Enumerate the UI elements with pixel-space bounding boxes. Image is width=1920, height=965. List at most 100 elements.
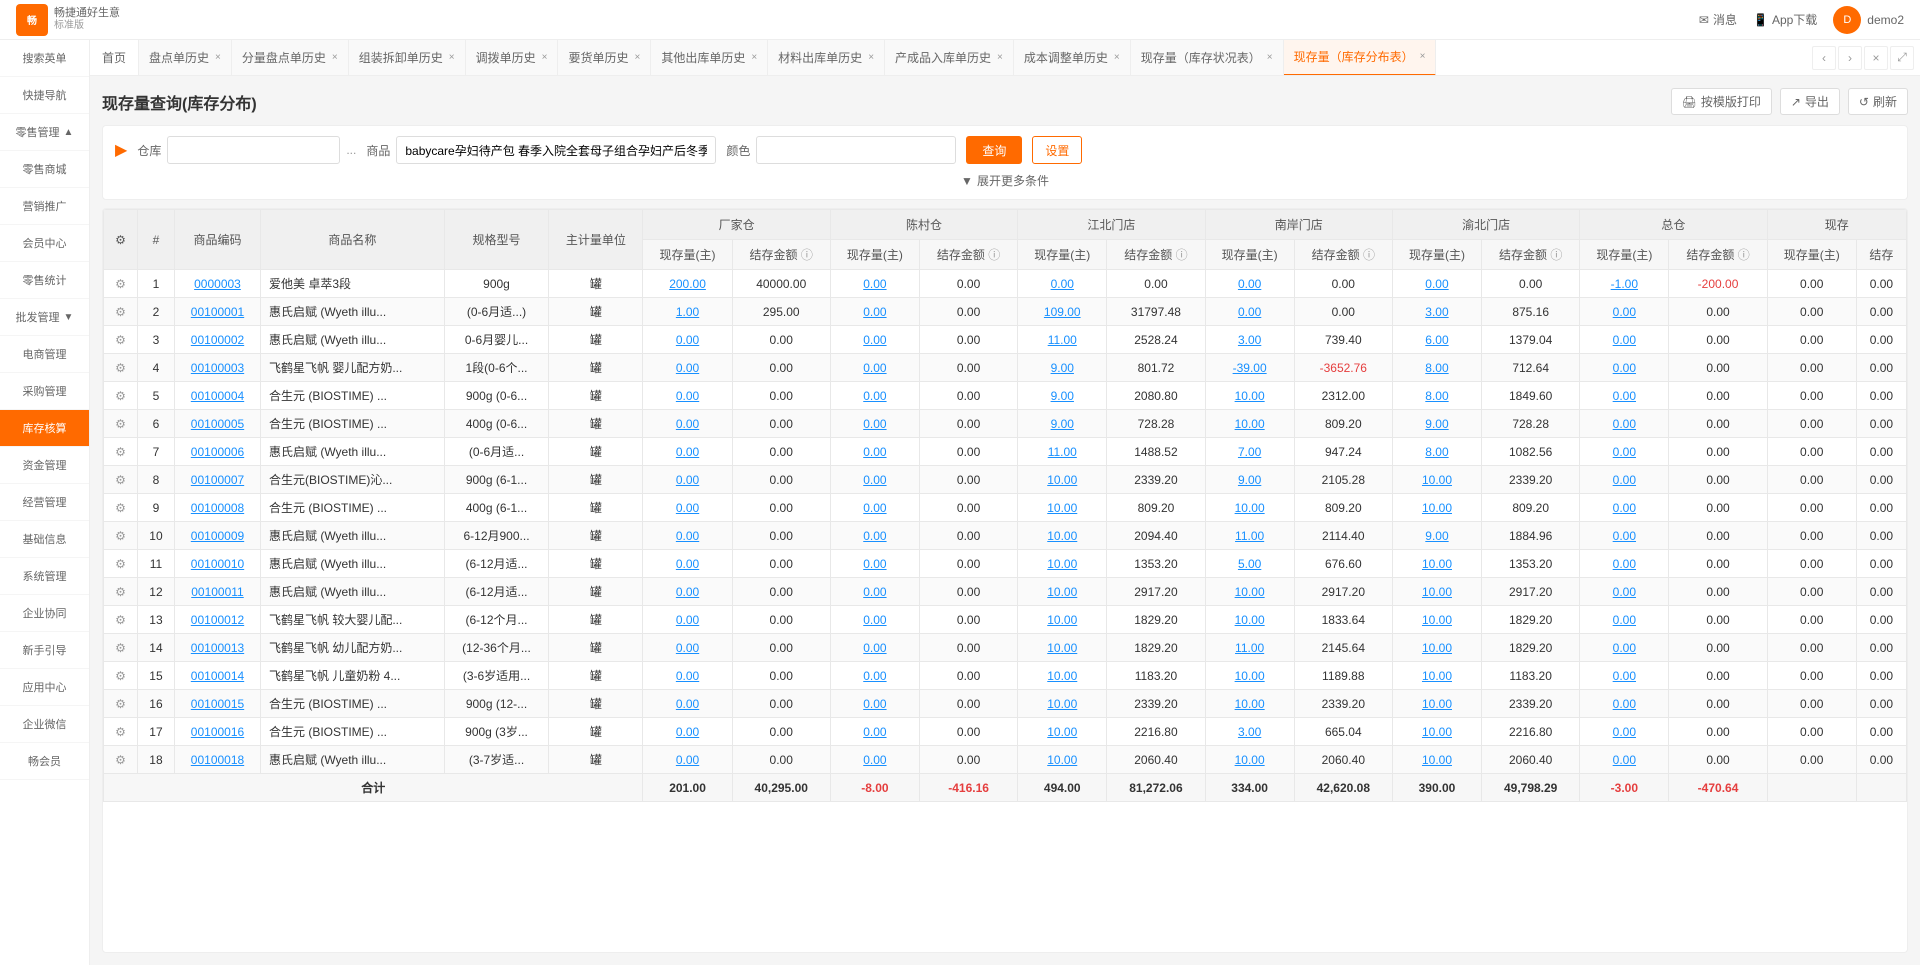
row-ys[interactable]: 10.00: [1392, 662, 1481, 690]
row-cs[interactable]: 1.00: [643, 298, 732, 326]
row-code[interactable]: 00100008: [175, 494, 261, 522]
row-ts[interactable]: 0.00: [1580, 382, 1669, 410]
row-gear[interactable]: ⚙: [104, 354, 138, 382]
row-ns[interactable]: 10.00: [1205, 690, 1294, 718]
row-gear[interactable]: ⚙: [104, 662, 138, 690]
row-cs[interactable]: 0.00: [643, 466, 732, 494]
goods-input[interactable]: [396, 136, 716, 164]
row-code[interactable]: 00100015: [175, 690, 261, 718]
row-ts[interactable]: 0.00: [1580, 606, 1669, 634]
sidebar-item-marketing[interactable]: 营销推广: [0, 188, 89, 225]
row-js[interactable]: 11.00: [1018, 438, 1107, 466]
row-code[interactable]: 00100002: [175, 326, 261, 354]
row-code[interactable]: 00100010: [175, 550, 261, 578]
tab-fullscreen-btn[interactable]: ⤢: [1890, 46, 1914, 70]
col-gear-header[interactable]: ⚙: [104, 210, 138, 270]
row-ts[interactable]: 0.00: [1580, 550, 1669, 578]
row-code[interactable]: 00100005: [175, 410, 261, 438]
row-js[interactable]: 10.00: [1018, 494, 1107, 522]
row-ns[interactable]: 3.00: [1205, 326, 1294, 354]
row-cs[interactable]: 0.00: [643, 382, 732, 410]
expand-conditions-btn[interactable]: ▼ 展开更多条件: [961, 172, 1049, 189]
row-ns[interactable]: 10.00: [1205, 410, 1294, 438]
row-js[interactable]: 109.00: [1018, 298, 1107, 326]
row-ccs[interactable]: 0.00: [830, 522, 919, 550]
tab-close-3[interactable]: ×: [542, 52, 548, 63]
sidebar-item-purchase[interactable]: 采购管理: [0, 373, 89, 410]
sidebar-item-retail-stats[interactable]: 零售统计: [0, 262, 89, 299]
row-ccs[interactable]: 0.00: [830, 494, 919, 522]
sidebar-item-appcenter[interactable]: 应用中心: [0, 669, 89, 706]
tab-close-9[interactable]: ×: [1267, 52, 1273, 63]
row-cs[interactable]: 0.00: [643, 578, 732, 606]
row-code[interactable]: 00100013: [175, 634, 261, 662]
row-gear[interactable]: ⚙: [104, 326, 138, 354]
row-ns[interactable]: 10.00: [1205, 746, 1294, 774]
tab-close-7[interactable]: ×: [997, 52, 1003, 63]
row-gear[interactable]: ⚙: [104, 550, 138, 578]
row-ccs[interactable]: 0.00: [830, 326, 919, 354]
row-ts[interactable]: 0.00: [1580, 690, 1669, 718]
tab-item-7[interactable]: 产成品入库单历史 ×: [885, 40, 1014, 76]
app-download-btn[interactable]: 📱 App下载: [1753, 11, 1817, 28]
row-ts[interactable]: 0.00: [1580, 634, 1669, 662]
row-ys[interactable]: 10.00: [1392, 634, 1481, 662]
row-ns[interactable]: 9.00: [1205, 466, 1294, 494]
row-gear[interactable]: ⚙: [104, 690, 138, 718]
sidebar-item-guide[interactable]: 新手引导: [0, 632, 89, 669]
row-ts[interactable]: 0.00: [1580, 354, 1669, 382]
warehouse-input[interactable]: [167, 136, 340, 164]
row-ys[interactable]: 10.00: [1392, 550, 1481, 578]
tab-item-1[interactable]: 分量盘点单历史 ×: [232, 40, 349, 76]
tab-prev-btn[interactable]: ‹: [1812, 46, 1836, 70]
row-gear[interactable]: ⚙: [104, 466, 138, 494]
sidebar-item-member2[interactable]: 畅会员: [0, 743, 89, 780]
row-ts[interactable]: 0.00: [1580, 746, 1669, 774]
row-ccs[interactable]: 0.00: [830, 690, 919, 718]
row-gear[interactable]: ⚙: [104, 298, 138, 326]
tab-item-3[interactable]: 调拨单历史 ×: [466, 40, 559, 76]
sidebar-item-finance[interactable]: 资金管理: [0, 447, 89, 484]
row-ns[interactable]: 10.00: [1205, 606, 1294, 634]
row-ts[interactable]: 0.00: [1580, 662, 1669, 690]
row-ns[interactable]: 5.00: [1205, 550, 1294, 578]
sidebar-item-system[interactable]: 系统管理: [0, 558, 89, 595]
row-ns[interactable]: 3.00: [1205, 718, 1294, 746]
row-code[interactable]: 0000003: [175, 270, 261, 298]
row-js[interactable]: 10.00: [1018, 550, 1107, 578]
filter-collapse-btn[interactable]: ▶: [115, 140, 127, 160]
warehouse-dots[interactable]: ...: [346, 143, 356, 157]
row-code[interactable]: 00100004: [175, 382, 261, 410]
user-avatar[interactable]: D demo2: [1833, 6, 1904, 34]
row-ccs[interactable]: 0.00: [830, 746, 919, 774]
row-ns[interactable]: 7.00: [1205, 438, 1294, 466]
sidebar-item-quicknav[interactable]: 快捷导航: [0, 77, 89, 114]
row-ccs[interactable]: 0.00: [830, 718, 919, 746]
row-js[interactable]: 9.00: [1018, 382, 1107, 410]
sidebar-item-retail-mgmt[interactable]: 零售管理 ▲: [0, 114, 89, 151]
tab-close-8[interactable]: ×: [1114, 52, 1120, 63]
tab-close-2[interactable]: ×: [449, 52, 455, 63]
row-ts[interactable]: 0.00: [1580, 466, 1669, 494]
sidebar-item-operations[interactable]: 经营管理: [0, 484, 89, 521]
row-ns[interactable]: 0.00: [1205, 270, 1294, 298]
row-js[interactable]: 10.00: [1018, 522, 1107, 550]
row-cs[interactable]: 0.00: [643, 550, 732, 578]
row-code[interactable]: 00100007: [175, 466, 261, 494]
row-ccs[interactable]: 0.00: [830, 466, 919, 494]
row-ys[interactable]: 8.00: [1392, 382, 1481, 410]
row-cs[interactable]: 0.00: [643, 690, 732, 718]
sidebar-item-collab[interactable]: 企业协同: [0, 595, 89, 632]
row-cs[interactable]: 0.00: [643, 410, 732, 438]
row-ccs[interactable]: 0.00: [830, 578, 919, 606]
row-cs[interactable]: 0.00: [643, 354, 732, 382]
tab-item-10[interactable]: 现存量（库存分布表） ×: [1284, 40, 1437, 76]
row-ys[interactable]: 10.00: [1392, 690, 1481, 718]
tab-close-10[interactable]: ×: [1420, 51, 1426, 62]
row-cs[interactable]: 200.00: [643, 270, 732, 298]
row-ccs[interactable]: 0.00: [830, 662, 919, 690]
row-ys[interactable]: 10.00: [1392, 746, 1481, 774]
row-gear[interactable]: ⚙: [104, 494, 138, 522]
row-ccs[interactable]: 0.00: [830, 270, 919, 298]
sidebar-item-search[interactable]: 搜索英单: [0, 40, 89, 77]
